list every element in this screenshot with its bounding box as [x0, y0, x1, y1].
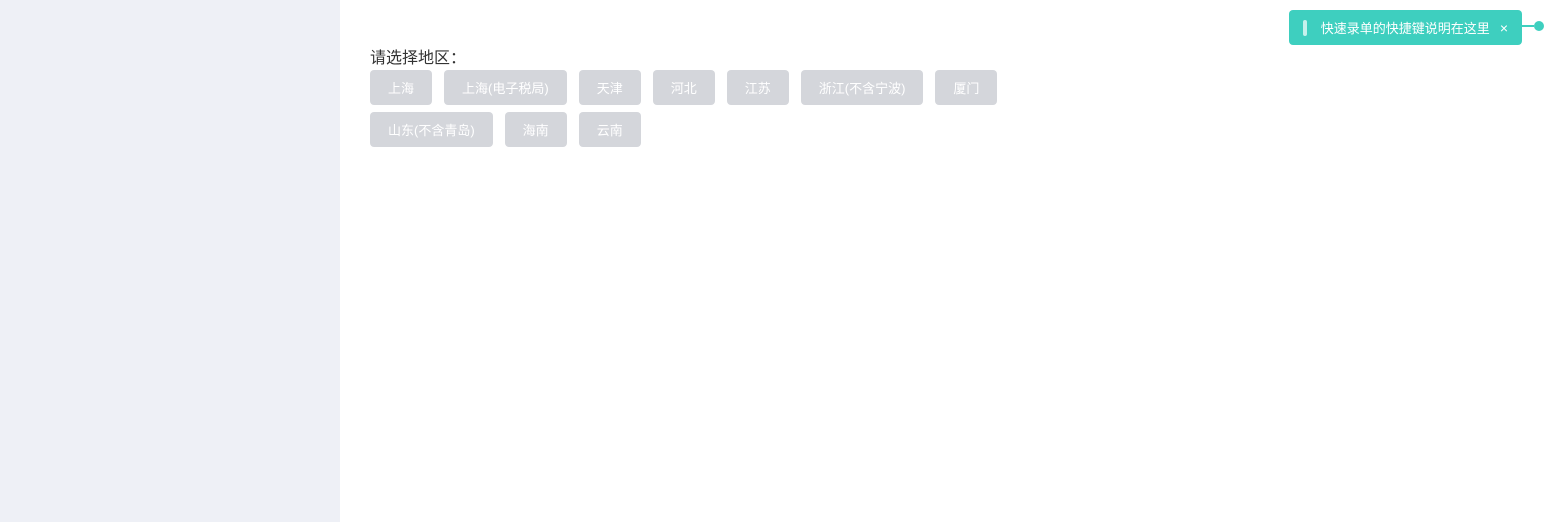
tooltip-dot-indicator: [1534, 21, 1544, 31]
region-buttons-row2: 山东(不含青岛) 海南云南: [370, 112, 641, 147]
region-button-hebei[interactable]: 河北: [653, 70, 715, 105]
region-button-shandong[interactable]: 山东(不含青岛): [370, 112, 493, 147]
tooltip-bar: 快速录单的快捷键说明在这里 ×: [1289, 10, 1522, 45]
left-sidebar: [0, 0, 340, 522]
region-button-xiamen[interactable]: 厦门: [935, 70, 997, 105]
region-buttons-row1: 上海上海(电子税局) 天津河北江苏浙江(不含宁波) 厦门: [370, 70, 997, 105]
tooltip-connector-line: [1520, 25, 1534, 27]
region-button-tianjin[interactable]: 天津: [579, 70, 641, 105]
region-button-zhejiang[interactable]: 浙江(不含宁波): [801, 70, 924, 105]
main-content: 请选择地区： 上海上海(电子税局) 天津河北江苏浙江(不含宁波) 厦门 山东(不含青…: [340, 0, 1562, 522]
region-button-jiangsu[interactable]: 江苏: [727, 70, 789, 105]
tooltip-text: 快速录单的快捷键说明在这里: [1321, 18, 1490, 37]
tooltip-accent-bar: [1303, 20, 1307, 36]
region-button-hainan[interactable]: 海南: [505, 112, 567, 147]
region-button-shanghai-etax[interactable]: 上海(电子税局): [444, 70, 567, 105]
region-button-yunnan[interactable]: 云南: [579, 112, 641, 147]
page-label: 请选择地区：: [370, 44, 466, 68]
tooltip-close-button[interactable]: ×: [1500, 21, 1508, 35]
region-button-shanghai[interactable]: 上海: [370, 70, 432, 105]
